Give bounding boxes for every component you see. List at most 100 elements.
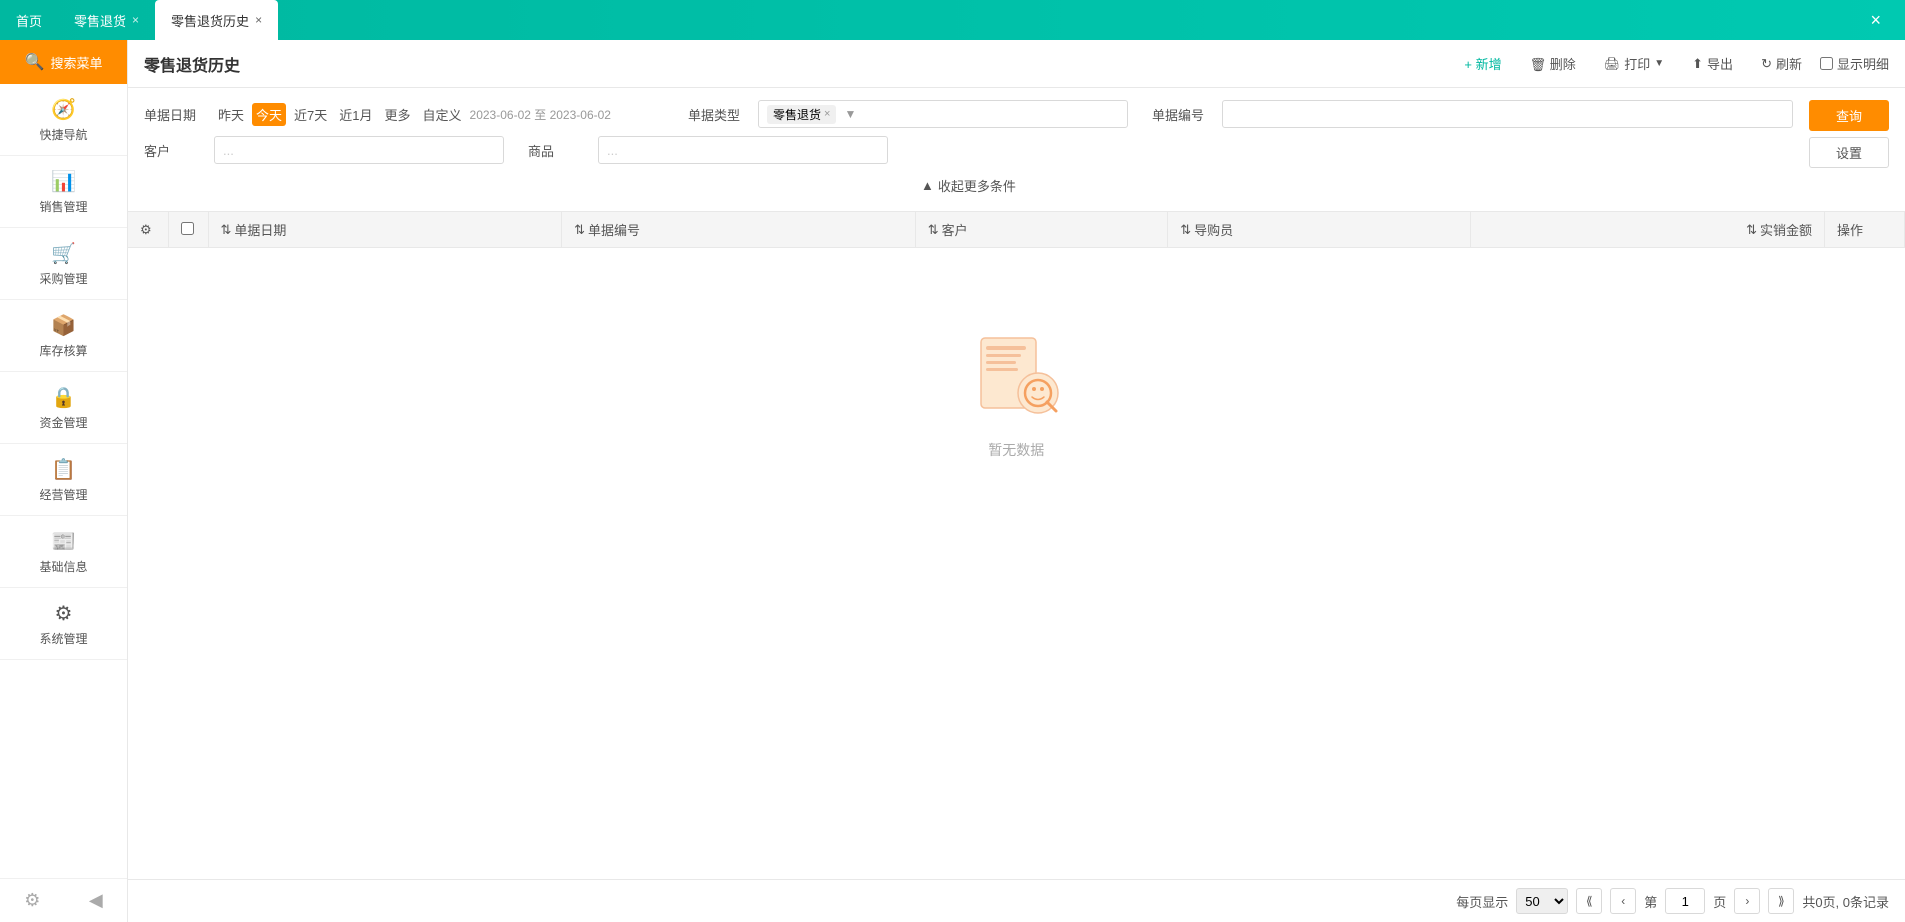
th-doc-number-label: 单据编号: [588, 220, 640, 239]
th-amount[interactable]: ⇅ 实销金额: [1471, 212, 1825, 248]
table-header: ⚙ ⇅ 单据日期 ⇅: [128, 212, 1905, 248]
customer-input[interactable]: ...: [214, 136, 504, 164]
tab-home[interactable]: 首页: [0, 0, 58, 40]
settings-bottom-icon[interactable]: ⚙: [24, 890, 40, 911]
settings-icon[interactable]: ⚙: [140, 222, 152, 237]
page-prev-button[interactable]: ‹: [1610, 888, 1636, 914]
sidebar-search-label: 搜索菜单: [50, 53, 102, 72]
select-all-checkbox[interactable]: [181, 222, 194, 235]
filter-settings-button[interactable]: 设置: [1809, 137, 1889, 168]
collapse-button[interactable]: ▲ 收起更多条件: [921, 172, 1016, 199]
sidebar-item-inventory[interactable]: 📦 库存核算: [0, 300, 127, 372]
th-guide-label: 导购员: [1194, 220, 1233, 239]
tab-retail-return-history-close[interactable]: ×: [255, 13, 262, 27]
customer-label: 客户: [144, 141, 214, 160]
sidebar-item-operations[interactable]: 📋 经营管理: [0, 444, 127, 516]
sidebar-menu: 🧭 快捷导航 📊 销售管理 🛒 采购管理 📦 库存核算 🔒 资金管理 📋: [0, 84, 127, 878]
sidebar-item-quick-nav[interactable]: 🧭 快捷导航: [0, 84, 127, 156]
show-detail-input[interactable]: [1820, 57, 1833, 70]
content-area: 零售退货历史 + 新增 🗑 删除 🖨 🖨 打印 打印 ▼ ⬆ 导出 ↻ 刷新: [128, 40, 1905, 922]
search-icon: 🔍: [25, 52, 45, 72]
filter-area: 单据日期 昨天 今天 近7天 近1月 更多 自定义 2023-06-02 至 2…: [128, 88, 1905, 212]
doc-type-label: 单据类型: [688, 105, 758, 124]
date-1month[interactable]: 近1月: [335, 103, 376, 126]
refresh-icon: ↻: [1761, 56, 1772, 72]
refresh-button[interactable]: ↻ 刷新: [1751, 50, 1812, 77]
top-bar-right: ×: [1862, 6, 1905, 35]
system-icon: ⚙: [55, 601, 73, 626]
sort-icon-guide: ⇅: [1180, 222, 1191, 238]
date-7days[interactable]: 近7天: [290, 103, 331, 126]
sidebar-item-sales-mgmt[interactable]: 📊 销售管理: [0, 156, 127, 228]
sales-icon: 📊: [51, 169, 76, 194]
tab-retail-return-label: 零售退货: [74, 11, 126, 30]
sidebar-item-quick-nav-label: 快捷导航: [39, 126, 87, 143]
doc-type-input[interactable]: 零售退货 × ▼: [758, 100, 1128, 128]
purchase-icon: 🛒: [51, 241, 76, 266]
page-size-select[interactable]: 10 20 50 100: [1516, 888, 1568, 914]
th-guide[interactable]: ⇅ 导购员: [1168, 212, 1471, 248]
sidebar-item-system-label: 系统管理: [39, 630, 87, 647]
export-button[interactable]: ⬆ 导出: [1682, 50, 1743, 77]
sidebar: 🔍 搜索菜单 🧭 快捷导航 📊 销售管理 🛒 采购管理 📦 库存核算 🔒: [0, 40, 128, 922]
date-more[interactable]: 更多: [381, 103, 415, 126]
page-number-input[interactable]: [1665, 888, 1705, 914]
data-table: ⚙ ⇅ 单据日期 ⇅: [128, 212, 1905, 540]
print-icon: 🖨: [1604, 56, 1621, 72]
new-button[interactable]: + 新增: [1454, 50, 1511, 77]
customer-filter-field: 客户 ...: [144, 136, 504, 164]
th-customer[interactable]: ⇅ 客户: [915, 212, 1168, 248]
th-amount-label: 实销金额: [1760, 220, 1812, 239]
total-records: 共0页, 0条记录: [1802, 892, 1889, 911]
filter-row-1: 单据日期 昨天 今天 近7天 近1月 更多 自定义 2023-06-02 至 2…: [144, 100, 1793, 128]
sidebar-bottom: ⚙ ◀: [0, 878, 127, 922]
goods-input[interactable]: ...: [598, 136, 888, 164]
tab-retail-return-history-label: 零售退货历史: [171, 11, 249, 30]
tab-home-label: 首页: [16, 11, 42, 30]
show-detail-label: 显示明细: [1837, 54, 1889, 73]
sidebar-item-system[interactable]: ⚙ 系统管理: [0, 588, 127, 660]
th-settings[interactable]: ⚙: [128, 212, 168, 248]
sidebar-item-purchase-mgmt[interactable]: 🛒 采购管理: [0, 228, 127, 300]
doc-type-dropdown-arrow[interactable]: ▼: [844, 107, 856, 121]
doc-number-input[interactable]: [1222, 100, 1793, 128]
filter-row-2: 客户 ... 商品 ...: [144, 136, 1793, 164]
tab-retail-return-history[interactable]: 零售退货历史 ×: [155, 0, 278, 40]
page-last-button[interactable]: ⟫: [1768, 888, 1794, 914]
collapse-label: 收起更多条件: [938, 176, 1016, 195]
tab-retail-return[interactable]: 零售退货 ×: [58, 0, 155, 40]
show-detail-checkbox[interactable]: 显示明细: [1820, 54, 1889, 73]
sidebar-search[interactable]: 🔍 搜索菜单: [0, 40, 127, 84]
doc-type-tag-close[interactable]: ×: [824, 108, 830, 120]
page-next-button[interactable]: ›: [1734, 888, 1760, 914]
th-checkbox[interactable]: [168, 212, 208, 248]
empty-state-cell: 暂无数据: [128, 248, 1905, 541]
th-doc-date[interactable]: ⇅ 单据日期: [208, 212, 562, 248]
sidebar-item-basic-info[interactable]: 📰 基础信息: [0, 516, 127, 588]
page-first-button[interactable]: ⟪: [1576, 888, 1602, 914]
th-doc-number[interactable]: ⇅ 单据编号: [562, 212, 916, 248]
sidebar-item-finance[interactable]: 🔒 资金管理: [0, 372, 127, 444]
query-button[interactable]: 查询: [1809, 100, 1889, 131]
th-actions-label: 操作: [1837, 223, 1863, 238]
window-close-button[interactable]: ×: [1862, 6, 1889, 35]
page-size-label: 每页显示: [1456, 892, 1508, 911]
sort-icon-amount: ⇅: [1746, 222, 1757, 238]
sidebar-item-purchase-label: 采购管理: [39, 270, 87, 287]
print-dropdown-icon: ▼: [1654, 58, 1664, 69]
toolbar-buttons: + 新增 🗑 删除 🖨 🖨 打印 打印 ▼ ⬆ 导出 ↻ 刷新: [1454, 50, 1889, 77]
date-custom[interactable]: 自定义: [419, 103, 466, 126]
page-title: 零售退货历史: [144, 52, 240, 76]
date-shortcuts: 昨天 今天 近7天 近1月 更多 自定义 2023-06-02 至 2023-0…: [214, 103, 611, 126]
date-today[interactable]: 今天: [252, 103, 286, 126]
doc-number-filter-field: 单据编号: [1152, 100, 1793, 128]
print-button[interactable]: 🖨 🖨 打印 打印 ▼: [1594, 50, 1674, 77]
tab-retail-return-close[interactable]: ×: [132, 13, 139, 27]
doc-number-label: 单据编号: [1152, 105, 1222, 124]
date-yesterday[interactable]: 昨天: [214, 103, 248, 126]
delete-button[interactable]: 🗑 删除: [1520, 50, 1586, 77]
basic-info-icon: 📰: [51, 529, 76, 554]
sort-icon-doc-date: ⇅: [221, 222, 232, 238]
collapse-sidebar-icon[interactable]: ◀: [89, 890, 103, 911]
export-icon: ⬆: [1692, 56, 1703, 72]
